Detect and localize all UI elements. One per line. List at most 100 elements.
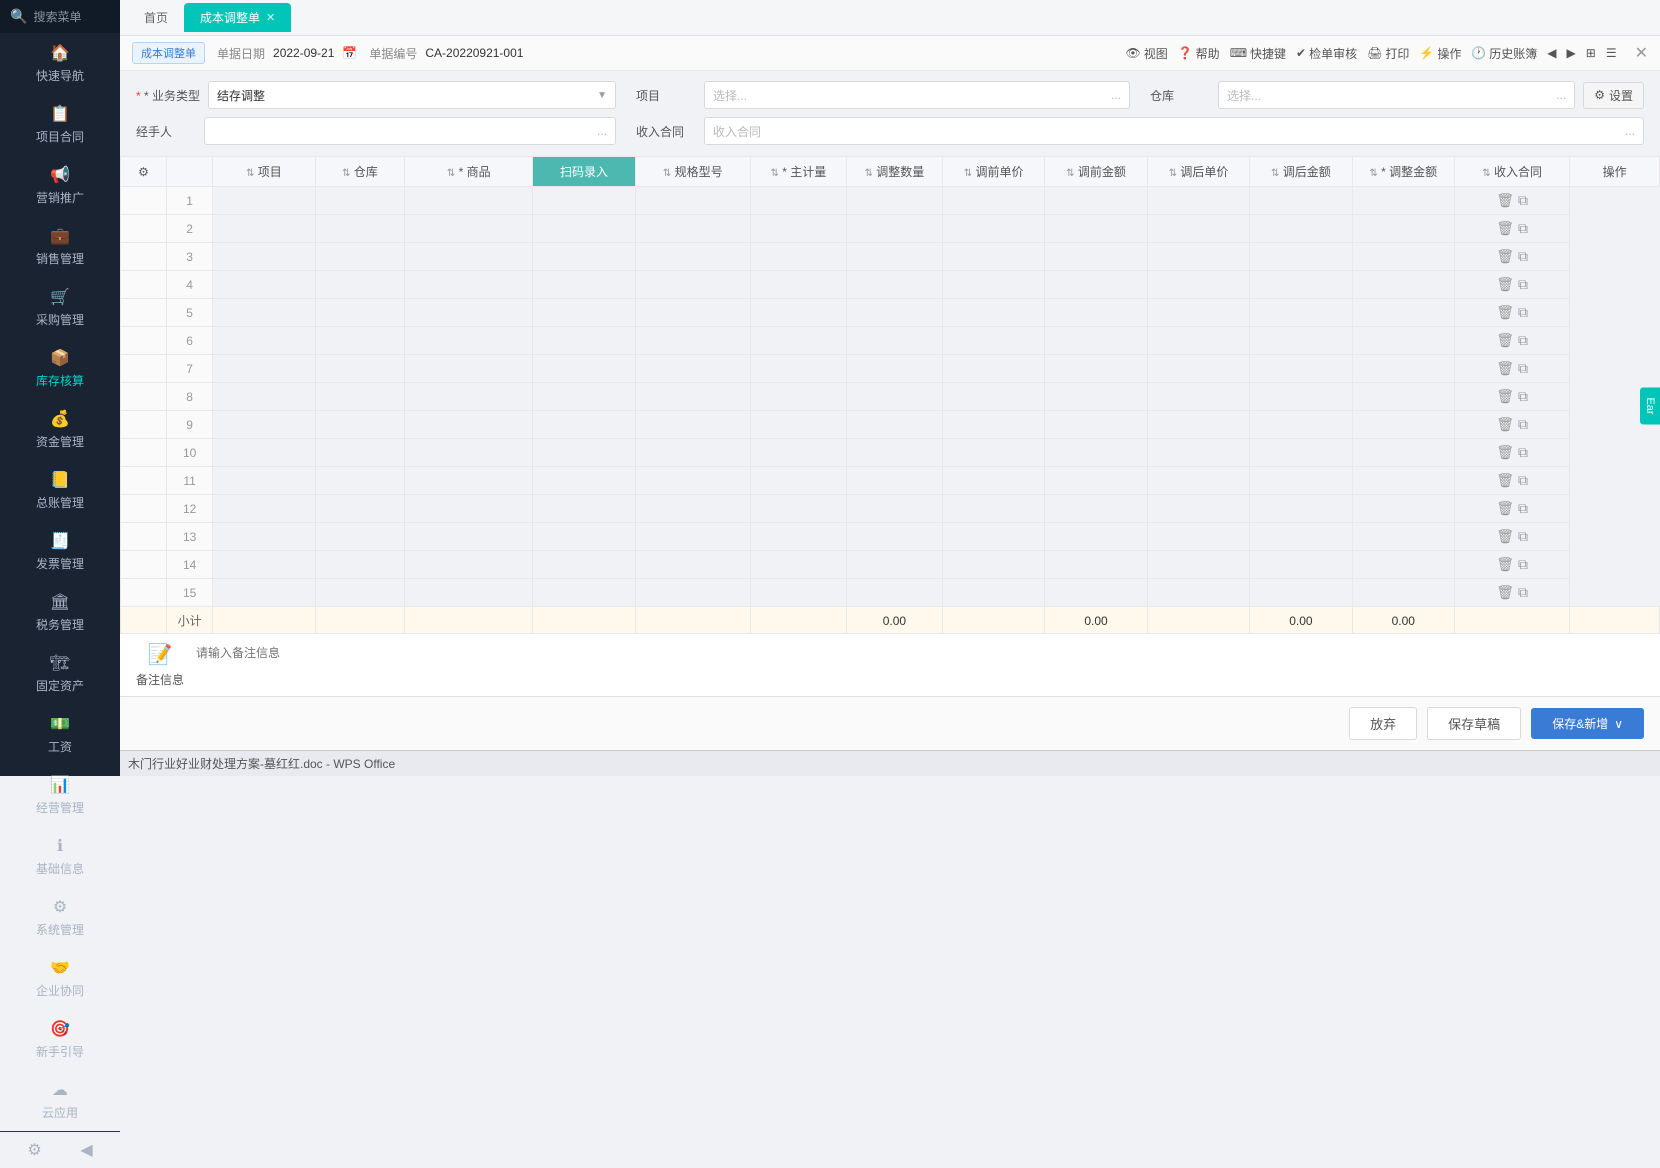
- sidebar-item-purchase-mgmt[interactable]: 🛒 采购管理: [0, 277, 120, 338]
- th-price-after[interactable]: ⇅ 调后单价: [1147, 157, 1249, 187]
- cell-data-5-4[interactable]: [635, 299, 750, 327]
- sidebar-item-project-contract[interactable]: 📋 项目合同: [0, 94, 120, 155]
- cell-data-14-10[interactable]: [1250, 551, 1352, 579]
- sidebar-settings-icon[interactable]: ⚙: [27, 1140, 41, 1160]
- sidebar-item-sales-mgmt[interactable]: 💼 销售管理: [0, 216, 120, 277]
- cell-data-3-10[interactable]: [1250, 243, 1352, 271]
- delete-icon-7[interactable]: 🗑: [1496, 360, 1514, 377]
- cell-data-5-2[interactable]: [405, 299, 533, 327]
- cell-data-3-5[interactable]: [750, 243, 846, 271]
- cell-data-15-0[interactable]: [213, 579, 315, 607]
- cell-data-4-0[interactable]: [213, 271, 315, 299]
- cell-data-10-0[interactable]: [213, 439, 315, 467]
- th-income-contract[interactable]: ⇅ 收入合同: [1455, 157, 1570, 187]
- th-amount-after[interactable]: ⇅ 调后金额: [1250, 157, 1352, 187]
- nav-next-btn[interactable]: ▶: [1567, 46, 1576, 60]
- cell-data-11-3[interactable]: [533, 467, 635, 495]
- copy-icon-6[interactable]: ⧉: [1518, 332, 1528, 349]
- sidebar-collapse-icon[interactable]: ◀: [80, 1140, 92, 1160]
- sidebar-item-sales-promo[interactable]: 📢 营销推广: [0, 155, 120, 216]
- cell-data-1-2[interactable]: [405, 187, 533, 215]
- cell-data-8-5[interactable]: [750, 383, 846, 411]
- cell-data-8-7[interactable]: [942, 383, 1044, 411]
- cell-data-6-5[interactable]: [750, 327, 846, 355]
- income-contract-input[interactable]: 收入合同 ...: [704, 117, 1644, 145]
- cell-data-9-4[interactable]: [635, 411, 750, 439]
- cell-data-5-6[interactable]: [846, 299, 942, 327]
- cell-data-15-3[interactable]: [533, 579, 635, 607]
- th-spec[interactable]: ⇅ 规格型号: [635, 157, 750, 187]
- delete-icon-11[interactable]: 🗑: [1496, 472, 1514, 489]
- view-action[interactable]: 👁 视图: [1125, 45, 1167, 62]
- cell-data-15-4[interactable]: [635, 579, 750, 607]
- cell-data-13-4[interactable]: [635, 523, 750, 551]
- cell-data-3-6[interactable]: [846, 243, 942, 271]
- sidebar-item-newbie[interactable]: 🎯 新手引导: [0, 1009, 120, 1070]
- cell-data-13-7[interactable]: [942, 523, 1044, 551]
- delete-icon-4[interactable]: 🗑: [1496, 276, 1514, 293]
- cell-data-13-11[interactable]: [1352, 523, 1454, 551]
- sidebar-item-biz-collab[interactable]: 🤝 企业协同: [0, 948, 120, 1009]
- cell-data-10-2[interactable]: [405, 439, 533, 467]
- cell-data-2-11[interactable]: [1352, 215, 1454, 243]
- th-settings[interactable]: ⚙: [121, 157, 167, 187]
- copy-icon-11[interactable]: ⧉: [1518, 472, 1528, 489]
- cell-data-8-8[interactable]: [1045, 383, 1147, 411]
- cell-data-7-2[interactable]: [405, 355, 533, 383]
- copy-icon-8[interactable]: ⧉: [1518, 388, 1528, 405]
- cell-data-2-7[interactable]: [942, 215, 1044, 243]
- copy-icon-13[interactable]: ⧉: [1518, 528, 1528, 545]
- copy-icon-9[interactable]: ⧉: [1518, 416, 1528, 433]
- cell-data-15-6[interactable]: [846, 579, 942, 607]
- cell-data-12-10[interactable]: [1250, 495, 1352, 523]
- nav-prev-btn[interactable]: ◀: [1547, 46, 1556, 60]
- cell-data-2-0[interactable]: [213, 215, 315, 243]
- cell-data-11-9[interactable]: [1147, 467, 1249, 495]
- warehouse-input[interactable]: 选择... ...: [1218, 81, 1575, 109]
- cell-data-14-2[interactable]: [405, 551, 533, 579]
- th-amount-before[interactable]: ⇅ 调前金额: [1045, 157, 1147, 187]
- cell-data-5-7[interactable]: [942, 299, 1044, 327]
- cell-data-13-9[interactable]: [1147, 523, 1249, 551]
- cell-data-12-6[interactable]: [846, 495, 942, 523]
- cell-data-1-7[interactable]: [942, 187, 1044, 215]
- cell-data-11-2[interactable]: [405, 467, 533, 495]
- th-price-before[interactable]: ⇅ 调前单价: [942, 157, 1044, 187]
- cell-data-8-6[interactable]: [846, 383, 942, 411]
- delete-icon-1[interactable]: 🗑: [1496, 192, 1514, 209]
- cell-data-9-11[interactable]: [1352, 411, 1454, 439]
- cell-data-8-10[interactable]: [1250, 383, 1352, 411]
- cell-data-12-0[interactable]: [213, 495, 315, 523]
- list-view-icon[interactable]: ☰: [1606, 46, 1617, 60]
- cell-data-7-9[interactable]: [1147, 355, 1249, 383]
- cell-data-15-11[interactable]: [1352, 579, 1454, 607]
- shortcut-action[interactable]: ⌨ 快捷键: [1230, 45, 1286, 62]
- cell-data-10-11[interactable]: [1352, 439, 1454, 467]
- delete-icon-2[interactable]: 🗑: [1496, 220, 1514, 237]
- remark-input[interactable]: [196, 642, 1644, 664]
- cell-data-2-6[interactable]: [846, 215, 942, 243]
- cell-data-7-0[interactable]: [213, 355, 315, 383]
- cell-data-14-3[interactable]: [533, 551, 635, 579]
- sidebar-search[interactable]: 🔍 搜索菜单: [0, 0, 120, 33]
- cell-data-10-4[interactable]: [635, 439, 750, 467]
- cell-data-8-1[interactable]: [315, 383, 405, 411]
- biz-type-input[interactable]: 结存调整 ▼: [208, 81, 616, 109]
- table-scroll[interactable]: ⚙ ⇅ 项目 ⇅ 仓库 ⇅ * 商品 扫码录入 ⇅ 规格型号 ⇅ * 主计量 ⇅…: [120, 156, 1660, 633]
- cell-data-11-11[interactable]: [1352, 467, 1454, 495]
- cell-data-1-9[interactable]: [1147, 187, 1249, 215]
- cell-data-5-8[interactable]: [1045, 299, 1147, 327]
- side-badge[interactable]: Ear: [1640, 387, 1660, 424]
- sidebar-item-payroll[interactable]: 💵 工资: [0, 704, 120, 765]
- cell-data-12-5[interactable]: [750, 495, 846, 523]
- cell-data-1-10[interactable]: [1250, 187, 1352, 215]
- cell-data-2-4[interactable]: [635, 215, 750, 243]
- cell-data-12-11[interactable]: [1352, 495, 1454, 523]
- cell-data-4-4[interactable]: [635, 271, 750, 299]
- sidebar-item-inventory[interactable]: 📦 库存核算: [0, 338, 120, 399]
- cell-data-8-2[interactable]: [405, 383, 533, 411]
- cell-data-7-3[interactable]: [533, 355, 635, 383]
- tab-close-icon[interactable]: ✕: [266, 11, 275, 24]
- cell-data-11-5[interactable]: [750, 467, 846, 495]
- handler-input[interactable]: ...: [204, 117, 616, 145]
